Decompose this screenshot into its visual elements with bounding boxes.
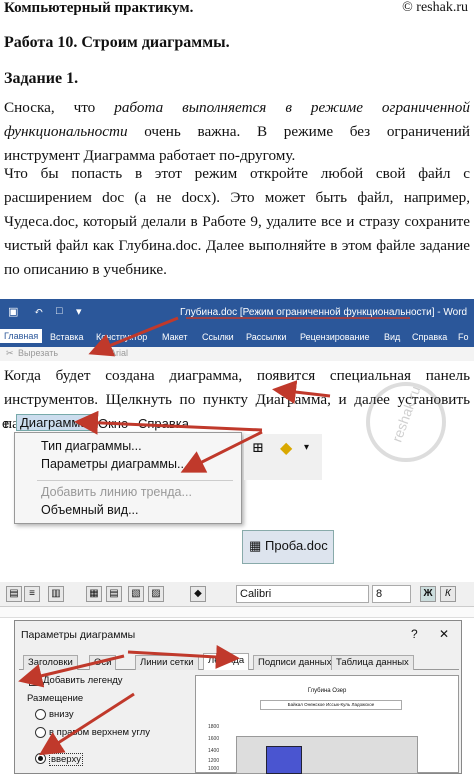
tab-layout[interactable]: Макет (162, 332, 187, 342)
format-toolbar: ▤ ≡ ▥ ▦ ▤ ▧ ▨ ◆ Calibri 8 Ж К (0, 582, 474, 607)
watermark-logo: reshak.ru (366, 382, 446, 462)
tab-data-labels[interactable]: Подписи данных (253, 655, 337, 670)
tab-legend[interactable]: Легенда (203, 653, 250, 670)
data-table-icon[interactable]: ▤ (106, 586, 122, 602)
radio-top-right[interactable] (35, 727, 46, 738)
preview-legend: Байкал Онежское Иссык-Куль Ладожское (260, 700, 402, 710)
legend-icon[interactable]: ▦ (86, 586, 102, 602)
close-icon[interactable]: ✕ (439, 627, 449, 641)
window-title: Глубина.doc [Режим ограниченной функцион… (180, 307, 468, 318)
menu-item-help[interactable]: Справка (138, 416, 189, 431)
chevron-down-icon[interactable]: ▾ (304, 442, 309, 453)
menu-chart-options[interactable]: Параметры диаграммы... (41, 457, 187, 471)
preview-tick: 1400 (208, 748, 220, 754)
tab-review[interactable]: Рецензирование (300, 332, 370, 342)
cut-label[interactable]: Вырезать (18, 348, 58, 358)
tab-references[interactable]: Ссылки (202, 332, 234, 342)
paragraph-2: Что бы попасть в этот режим откройте люб… (4, 165, 470, 278)
tab-design[interactable]: Конструктор (96, 332, 147, 342)
table-icon: ▦ (249, 538, 262, 553)
help-icon[interactable]: ? (411, 627, 418, 641)
tab-gridlines[interactable]: Линии сетки (135, 655, 199, 670)
tab-data-table[interactable]: Таблица данных (331, 655, 414, 670)
italic-button[interactable]: К (440, 586, 456, 602)
font-size-box[interactable]: 8 (372, 585, 411, 603)
menu-chart-type[interactable]: Тип диаграммы... (41, 439, 142, 453)
taskbar-file-button[interactable]: ▦ Проба.doc (242, 530, 334, 564)
grid-icon[interactable]: ▤ (6, 586, 22, 602)
preview-tick: 1200 (208, 758, 220, 764)
save-icon[interactable]: ▣ (8, 305, 18, 318)
radio-top-right-label: в правом верхнем углу (49, 727, 150, 738)
chart-preview: Глубина Озер Байкал Онежское Иссык-Куль … (195, 675, 459, 774)
by-cols-icon[interactable]: ▨ (148, 586, 164, 602)
radio-top[interactable] (35, 753, 46, 764)
by-rows-icon[interactable]: ▧ (128, 586, 144, 602)
chart-type-icon[interactable]: ▥ (48, 586, 64, 602)
chart-menu-dropdown: Тип диаграммы... Параметры диаграммы... … (14, 432, 242, 524)
menu-item-prev[interactable]: е (2, 416, 9, 431)
qat-dropdown-icon[interactable]: ▾ (76, 305, 82, 318)
tab-insert[interactable]: Вставка (50, 332, 83, 342)
tab-view[interactable]: Вид (384, 332, 400, 342)
tab-titles[interactable]: Заголовки (23, 655, 78, 670)
task-title: Задание 1. (4, 70, 79, 87)
preview-title: Глубина Озер (307, 688, 347, 694)
course-header: Компьютерный практикум. (4, 0, 194, 16)
undo-icon[interactable]: ↶ (34, 305, 43, 318)
font-name-box[interactable]: Calibri (236, 585, 369, 603)
chart-options-dialog: Параметры диаграммы ? ✕ Заголовки Оси Ли… (14, 620, 462, 774)
ribbon-lower: ✂ Вырезать Arial (0, 347, 474, 361)
fill-color-icon[interactable]: ◆ (280, 438, 292, 458)
chart-toolbar-fragment: ⊞ ◆ ▾ (244, 434, 322, 480)
watermark-text: reshak.ru (388, 383, 424, 445)
bold-button[interactable]: Ж (420, 586, 436, 602)
chart-icon[interactable]: ⊞ (252, 440, 264, 457)
tab-help[interactable]: Справка (412, 332, 447, 342)
dialog-tabs: Заголовки Оси Линии сетки Легенда Подпис… (19, 653, 459, 670)
paragraph-1-a: Сноска, что (4, 99, 115, 116)
ribbon-tabs: Главная Вставка Конструктор Макет Ссылки… (0, 329, 474, 347)
copyright-mark: © reshak.ru (402, 0, 468, 15)
preview-tick: 1600 (208, 736, 220, 742)
add-legend-checkbox[interactable]: ✓ (29, 675, 40, 686)
add-legend-label: Добавить легенду (43, 675, 123, 686)
tab-axes[interactable]: Оси (89, 655, 117, 670)
new-doc-icon[interactable]: □ (56, 305, 63, 317)
menu-separator (37, 480, 233, 481)
radio-top-label: вверху (49, 753, 83, 766)
menu-item-window[interactable]: Окно (98, 416, 128, 431)
radio-bottom-label: внизу (49, 709, 74, 720)
radio-bottom[interactable] (35, 709, 46, 720)
preview-tick: 1000 (208, 766, 220, 772)
paragraph-1: Сноска, что работа выполняется в режиме … (4, 96, 470, 168)
word-ribbon: ▣ ↶ □ ▾ Глубина.doc [Режим ограниченной … (0, 299, 474, 361)
preview-bar (266, 746, 302, 774)
menu-add-trendline: Добавить линию тренда... (41, 485, 192, 499)
tab-mailings[interactable]: Рассылки (246, 332, 286, 342)
work-title: Работа 10. Строим диаграммы. (4, 34, 230, 51)
dialog-title: Параметры диаграммы (21, 629, 136, 641)
ruler (0, 607, 474, 618)
menu-item-chart[interactable]: Диаграмма (16, 414, 92, 431)
file-button-label: Проба.doc (265, 538, 328, 553)
preview-tick: 1800 (208, 724, 220, 730)
tab-home[interactable]: Главная (0, 329, 43, 343)
menu-3d-view[interactable]: Объемный вид... (41, 503, 139, 517)
preview-plot-area (236, 736, 418, 774)
align-icon[interactable]: ≡ (24, 586, 40, 602)
scissors-icon[interactable]: ✂ (6, 348, 14, 359)
placement-label: Размещение (27, 693, 84, 704)
tab-format[interactable]: Fo (458, 332, 469, 342)
ribbon-font-box[interactable]: Arial (110, 348, 128, 358)
fill-icon[interactable]: ◆ (190, 586, 206, 602)
